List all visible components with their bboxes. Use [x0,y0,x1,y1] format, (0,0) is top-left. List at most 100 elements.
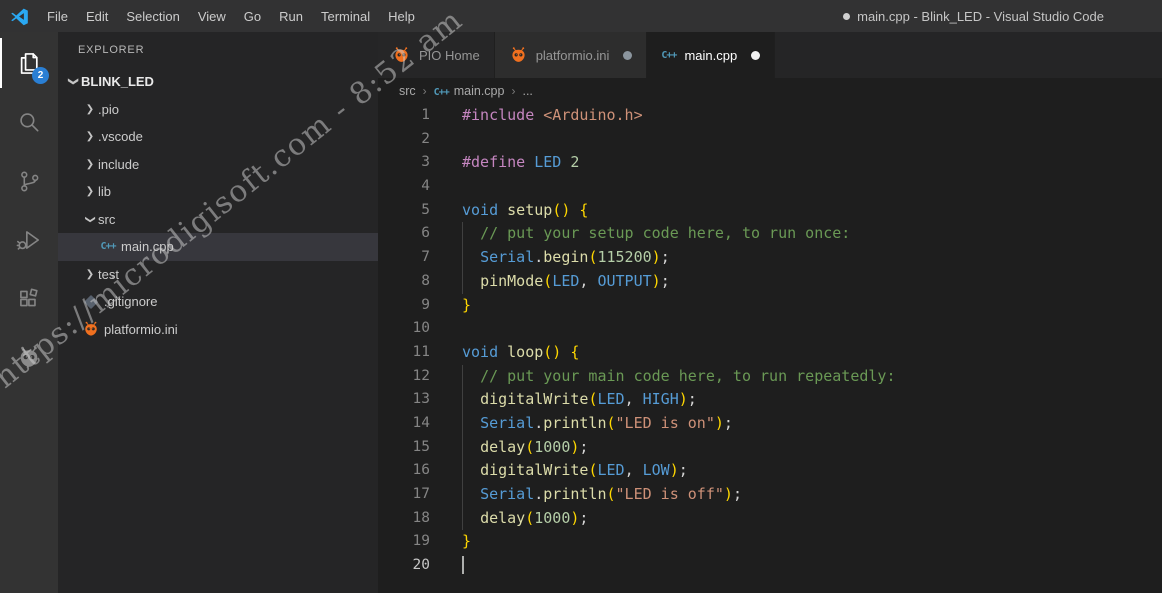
token-plain: ; [660,248,670,267]
tree-item-lib[interactable]: ❯ lib [58,178,378,206]
code-text[interactable]: // put your setup code here, to run once… [430,222,1162,247]
pio-file-icon [509,46,528,65]
code-text[interactable]: } [430,294,1162,318]
explorer-badge: 2 [32,67,49,84]
code-editor[interactable]: 1 #include <Arduino.h> 2 3 #define LED 2 4 5 vo… [378,103,1162,593]
token-preproc: #include [462,106,535,124]
activitybar-platformio[interactable] [0,333,58,383]
indent-guide [462,459,463,483]
code-text[interactable]: Serial.begin(115200); [430,246,1162,270]
tree-item-label: platformio.ini [104,321,178,337]
line-number: 20 [412,557,430,574]
menu-bar: File Edit Selection View Go Run Terminal Help [38,0,424,32]
menu-terminal[interactable]: Terminal [312,0,379,32]
code-text[interactable] [430,317,1162,341]
code-text[interactable]: digitalWrite(LED, HIGH); [430,388,1162,412]
vscode-logo-icon [0,6,38,27]
modified-dot-icon[interactable] [623,50,633,60]
tree-item-src[interactable]: ❯ src [58,206,378,234]
breadcrumb-label: main.cpp [453,83,505,98]
activitybar-extensions[interactable] [0,274,58,324]
line-number: 5 [421,201,430,218]
code-text[interactable] [430,128,1162,152]
breadcrumb-item-src[interactable]: src [399,84,416,98]
menu-go[interactable]: Go [235,0,270,32]
token-plain: , [579,271,598,290]
breadcrumb-item--[interactable]: ... [522,84,532,98]
explorer-header: EXPLORER [78,44,145,56]
line-number: 4 [421,178,430,195]
menu-help[interactable]: Help [379,0,424,32]
menu-selection[interactable]: Selection [117,0,188,32]
line-number: 13 [412,391,430,408]
file-tree: ❯ BLINK_LED ❯ .pio ❯ .vscode ❯ include ❯ lib ❯ src C… [58,68,378,343]
platformio-icon [16,345,42,371]
menu-view[interactable]: View [189,0,235,32]
line-number: 18 [412,509,430,526]
tree-item-include[interactable]: ❯ include [58,151,378,179]
token-plain: , [624,390,643,409]
chevron-right-icon: ❯ [85,131,95,143]
code-line-18: 18 delay(1000); [378,506,1162,531]
tab-pio-home[interactable]: PIO Home [378,32,495,78]
token-keyword: Serial [480,248,535,267]
tab-label: PIO Home [419,47,480,63]
token-keyword: HIGH [642,390,679,409]
token-bracket: ) [669,461,679,480]
code-text[interactable]: delay(1000); [430,435,1162,460]
code-text[interactable]: #include <Arduino.h> [430,104,1162,128]
tree-item-main-cpp[interactable]: C++ main.cpp [58,233,378,261]
line-number: 19 [412,533,430,550]
indent-guide [462,269,463,294]
code-text[interactable]: Serial.println("LED is on"); [430,411,1162,436]
menu-edit[interactable]: Edit [77,0,117,32]
code-text[interactable]: digitalWrite(LED, LOW); [430,459,1162,483]
token-function: println [543,485,607,503]
menu-run[interactable]: Run [270,0,312,32]
tab-main-cpp[interactable]: C++ main.cpp [647,32,776,78]
tree-item-platformio-ini[interactable]: platformio.ini [58,316,378,344]
token-plain: ; [687,390,697,409]
window-title: main.cpp - Blink_LED - Visual Studio Cod… [843,0,1104,32]
activitybar-source-control[interactable] [0,156,58,206]
token-function: begin [543,248,589,267]
line-number: 17 [412,486,430,502]
code-text[interactable]: delay(1000); [430,506,1162,531]
token-string: "LED is on" [615,413,715,432]
token-bracket: ) [714,413,724,432]
indent-guide [462,435,463,460]
tree-item--pio[interactable]: ❯ .pio [58,96,378,124]
breadcrumb-item-main-cpp[interactable]: C++ main.cpp [434,84,505,98]
code-text[interactable] [430,554,1162,578]
code-text[interactable] [430,175,1162,199]
code-text[interactable]: Serial.println("LED is off"); [430,483,1162,507]
cpp-file-icon: C++ [661,49,677,61]
code-text[interactable]: #define LED 2 [430,151,1162,175]
code-text[interactable]: void loop() { [430,341,1162,365]
token-number: 2 [570,153,580,172]
activitybar-run-debug[interactable] [0,215,58,265]
activitybar-search[interactable] [0,97,58,147]
token-function: pinMode [480,271,544,290]
menu-file[interactable]: File [38,0,77,32]
tree-item--vscode[interactable]: ❯ .vscode [58,123,378,151]
code-text[interactable]: // put your main code here, to run repea… [430,364,1162,389]
tree-item-label: .vscode [98,129,143,145]
code-text[interactable]: void setup() { [430,199,1162,223]
tree-item-test[interactable]: ❯ test [58,261,378,289]
tree-item--gitignore[interactable]: .gitignore [58,288,378,316]
tree-item-blink-led[interactable]: ❯ BLINK_LED [58,68,378,96]
text-cursor [462,556,464,575]
title-bar: File Edit Selection View Go Run Terminal Help m… [0,0,1162,32]
code-text[interactable]: } [430,530,1162,554]
window-title-text: main.cpp - Blink_LED - Visual Studio Cod… [857,8,1104,24]
line-number: 15 [412,438,430,455]
line-number: 11 [412,343,430,360]
tab-platformio-ini[interactable]: platformio.ini [494,32,648,78]
code-text[interactable]: pinMode(LED, OUTPUT); [430,269,1162,294]
breadcrumb-label: src [399,83,416,98]
modified-dot-icon[interactable] [751,50,761,60]
activitybar-explorer[interactable]: 2 [0,38,58,88]
